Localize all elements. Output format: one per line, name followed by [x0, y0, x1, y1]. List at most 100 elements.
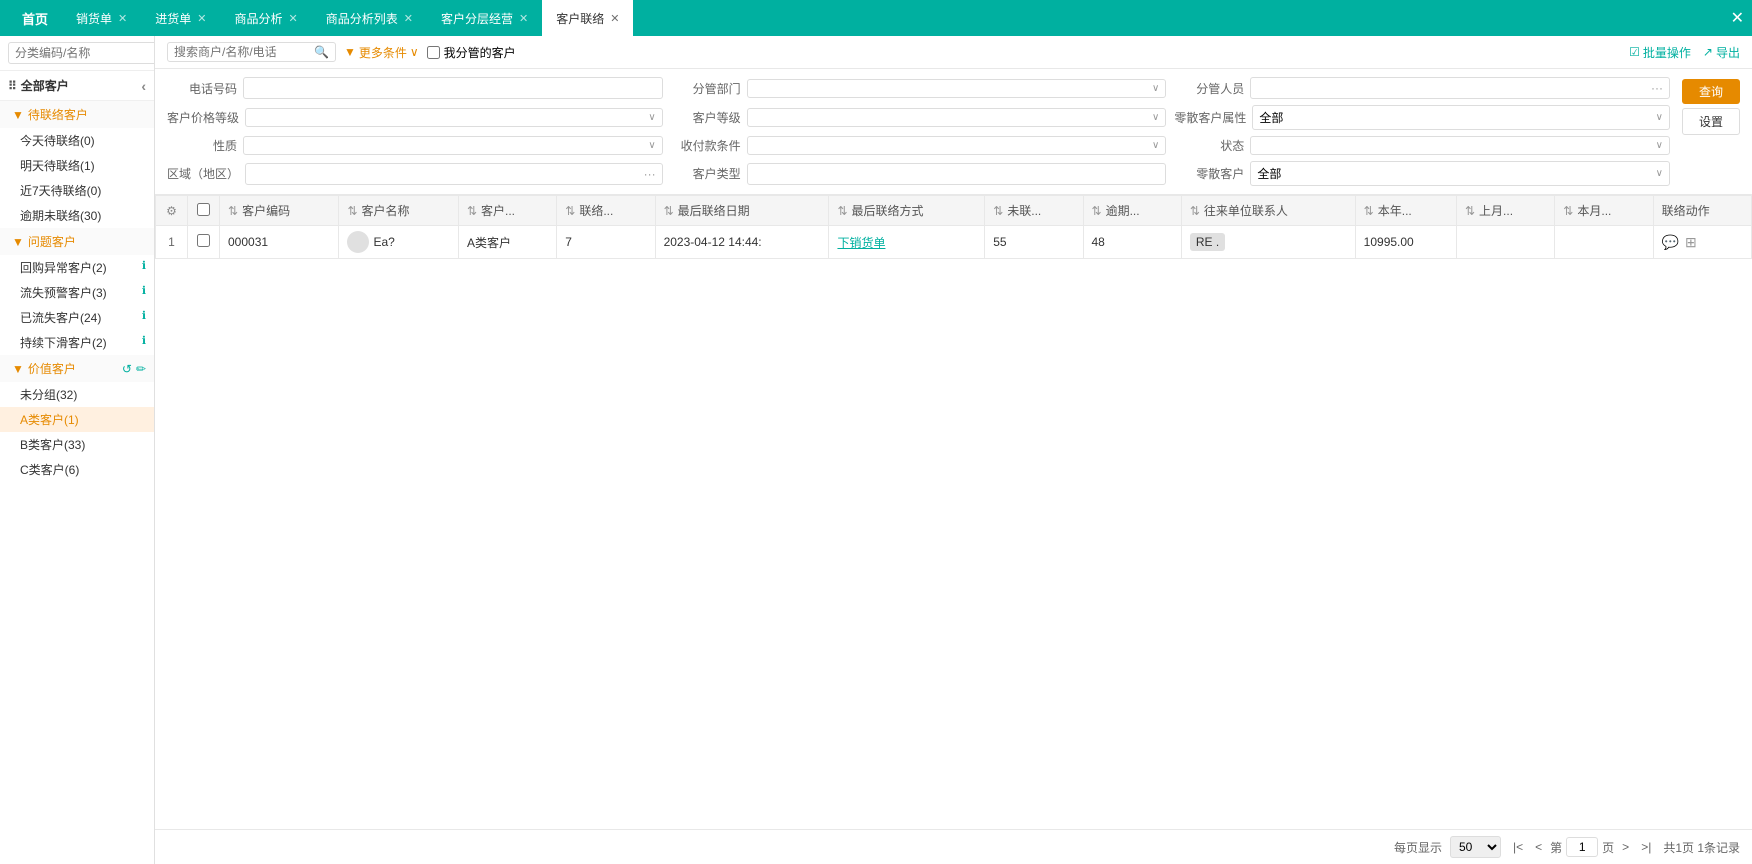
filter-nature-select[interactable]: ∨ — [243, 136, 663, 155]
refresh-value-icon[interactable]: ↺ — [122, 362, 132, 376]
close-purchase-icon[interactable]: ✕ — [197, 12, 206, 25]
sidebar-group-problem[interactable]: ▼ 问题客户 — [0, 228, 154, 255]
filter-customer-type-input[interactable] — [747, 163, 1167, 185]
per-page-label: 每页显示 — [1394, 839, 1442, 856]
pagination: 每页显示 50 100 200 |< < 第 页 > >| 共1页 1条记录 — [155, 829, 1752, 864]
sidebar-item-ungraded[interactable]: 未分组(32) — [0, 382, 154, 407]
sort-code-icon[interactable]: ⇅ — [228, 204, 238, 218]
sort-type-icon[interactable]: ⇅ — [467, 204, 477, 218]
filter-region: 区域（地区） ··· — [167, 163, 663, 185]
info-icon-declining: ℹ — [142, 334, 146, 351]
collapse-sidebar-icon[interactable]: ‹ — [141, 78, 146, 94]
export-btn[interactable]: ↗ 导出 — [1703, 44, 1740, 61]
filter-dept-select[interactable]: ∨ — [747, 79, 1167, 98]
qr-icon[interactable]: ⊞ — [1685, 234, 1697, 251]
filter-more-btn[interactable]: ▼ 更多条件 ∨ — [344, 44, 419, 61]
filter-status-select[interactable]: ∨ — [1250, 136, 1670, 155]
close-goods-analysis-icon[interactable]: ✕ — [289, 12, 298, 25]
sort-name-icon[interactable]: ⇅ — [347, 204, 357, 218]
filter-region-select[interactable]: ··· — [245, 163, 663, 185]
my-customers-filter[interactable]: 我分管的客户 — [427, 44, 516, 61]
filter-payment-select[interactable]: ∨ — [747, 136, 1167, 155]
row-checkbox[interactable] — [197, 234, 210, 247]
col-settings: ⚙ — [156, 196, 188, 226]
close-goods-list-icon[interactable]: ✕ — [404, 12, 413, 25]
filter-phone-input[interactable] — [243, 77, 663, 99]
my-customers-checkbox[interactable] — [427, 46, 440, 59]
filter-retail-attr-value: 全部 — [1259, 109, 1283, 126]
batch-op-icon: ☑ — [1629, 45, 1640, 59]
sort-last-month-icon[interactable]: ⇅ — [1465, 204, 1475, 218]
set-button[interactable]: 设置 — [1682, 108, 1740, 135]
sidebar-item-declining[interactable]: 持续下滑客户(2) ℹ — [0, 330, 154, 355]
select-all-checkbox[interactable] — [197, 203, 210, 216]
nav-customer-contact[interactable]: 客户联络 ✕ — [542, 0, 633, 36]
sidebar-item-churn-warning[interactable]: 流失预警客户(3) ℹ — [0, 280, 154, 305]
filter-retail-attr-select[interactable]: 全部 ∨ — [1252, 105, 1670, 130]
filter-retail-customer-select[interactable]: 全部 ∨ — [1250, 161, 1670, 186]
adv-filter-row-4: 区域（地区） ··· 客户类型 零散客户 — [167, 161, 1670, 186]
sidebar-group-waiting[interactable]: ▼ 待联络客户 — [0, 101, 154, 128]
sidebar-item-a-class[interactable]: A类客户(1) — [0, 407, 154, 432]
close-customer-tier-icon[interactable]: ✕ — [519, 12, 528, 25]
col-this-year: ⇅本年... — [1355, 196, 1456, 226]
sort-contact-person-icon[interactable]: ⇅ — [1190, 204, 1200, 218]
nav-purchase[interactable]: 进货单 ✕ — [141, 0, 220, 36]
page-number-input[interactable] — [1566, 837, 1598, 857]
filter-search-input[interactable] — [174, 45, 314, 59]
sidebar-group-waiting-label: 待联络客户 — [28, 106, 88, 123]
col-action: 联络动作 — [1653, 196, 1751, 226]
sort-last-date-icon[interactable]: ⇅ — [664, 204, 674, 218]
close-customer-contact-icon[interactable]: ✕ — [610, 12, 619, 25]
last-method-link[interactable]: 下销货单 — [837, 236, 885, 250]
nav-home[interactable]: 首页 — [8, 0, 62, 36]
sort-uncontacted-icon[interactable]: ⇅ — [993, 204, 1003, 218]
nav-sales[interactable]: 销货单 ✕ — [62, 0, 141, 36]
page-label: 第 — [1550, 839, 1562, 856]
page-prev-btn[interactable]: < — [1531, 838, 1546, 856]
sidebar-item-b-class[interactable]: B类客户(33) — [0, 432, 154, 457]
nav-customer-tier[interactable]: 客户分层经营 ✕ — [427, 0, 542, 36]
sidebar-item-week-wait[interactable]: 近7天待联络(0) — [0, 178, 154, 203]
sort-this-year-icon[interactable]: ⇅ — [1364, 204, 1374, 218]
per-page-select[interactable]: 50 100 200 — [1450, 836, 1501, 858]
nav-goods-analysis[interactable]: 商品分析 ✕ — [220, 0, 311, 36]
page-next-btn[interactable]: > — [1618, 838, 1633, 856]
row-num-cell: 1 — [156, 226, 188, 259]
row-contact-person-cell: RE . — [1181, 226, 1355, 259]
page-first-btn[interactable]: |< — [1509, 838, 1527, 856]
all-customers-header[interactable]: ⠿ 全部客户 ‹ — [0, 71, 154, 101]
filter-person-label: 分管人员 — [1174, 80, 1244, 97]
filter-price-level-select[interactable]: ∨ — [245, 108, 663, 127]
payment-dropdown-icon: ∨ — [1152, 140, 1159, 151]
adv-filter-row-1: 电话号码 分管部门 ∨ 分管人员 — [167, 77, 1670, 99]
filter-search-icon[interactable]: 🔍 — [314, 45, 329, 59]
query-button[interactable]: 查询 — [1682, 79, 1740, 104]
sort-last-method-icon[interactable]: ⇅ — [837, 204, 847, 218]
page-last-btn[interactable]: >| — [1637, 838, 1655, 856]
sidebar-item-churned[interactable]: 已流失客户(24) ℹ — [0, 305, 154, 330]
filter-more-label: 更多条件 — [359, 44, 407, 61]
filter-phone-label: 电话号码 — [167, 80, 237, 97]
sidebar-search-input[interactable] — [8, 42, 155, 64]
close-sales-icon[interactable]: ✕ — [118, 12, 127, 25]
region-dots-icon: ··· — [644, 167, 656, 181]
price-level-dropdown-icon: ∨ — [648, 112, 655, 123]
filter-customer-level-select[interactable]: ∨ — [747, 108, 1167, 127]
close-all-tabs[interactable]: ✕ — [1731, 8, 1744, 28]
sidebar-item-c-class[interactable]: C类客户(6) — [0, 457, 154, 482]
filter-person-select[interactable]: ··· — [1250, 77, 1670, 99]
edit-value-icon[interactable]: ✏ — [136, 362, 146, 376]
nav-goods-list[interactable]: 商品分析列表 ✕ — [312, 0, 427, 36]
sidebar-item-repurchase[interactable]: 回购异常客户(2) ℹ — [0, 255, 154, 280]
sort-this-month-icon[interactable]: ⇅ — [1563, 204, 1573, 218]
settings-icon[interactable]: ⚙ — [166, 204, 177, 218]
sort-contact-icon[interactable]: ⇅ — [565, 204, 575, 218]
sidebar-item-tomorrow-wait[interactable]: 明天待联络(1) — [0, 153, 154, 178]
sort-overdue-icon[interactable]: ⇅ — [1092, 204, 1102, 218]
batch-op-btn[interactable]: ☑ 批量操作 — [1629, 44, 1691, 61]
sidebar-item-today-wait[interactable]: 今天待联络(0) — [0, 128, 154, 153]
chat-icon[interactable]: 💬 — [1662, 234, 1679, 251]
sidebar-item-overdue-wait[interactable]: 逾期未联络(30) — [0, 203, 154, 228]
sidebar-group-value[interactable]: ▼ 价值客户 ↺ ✏ — [0, 355, 154, 382]
